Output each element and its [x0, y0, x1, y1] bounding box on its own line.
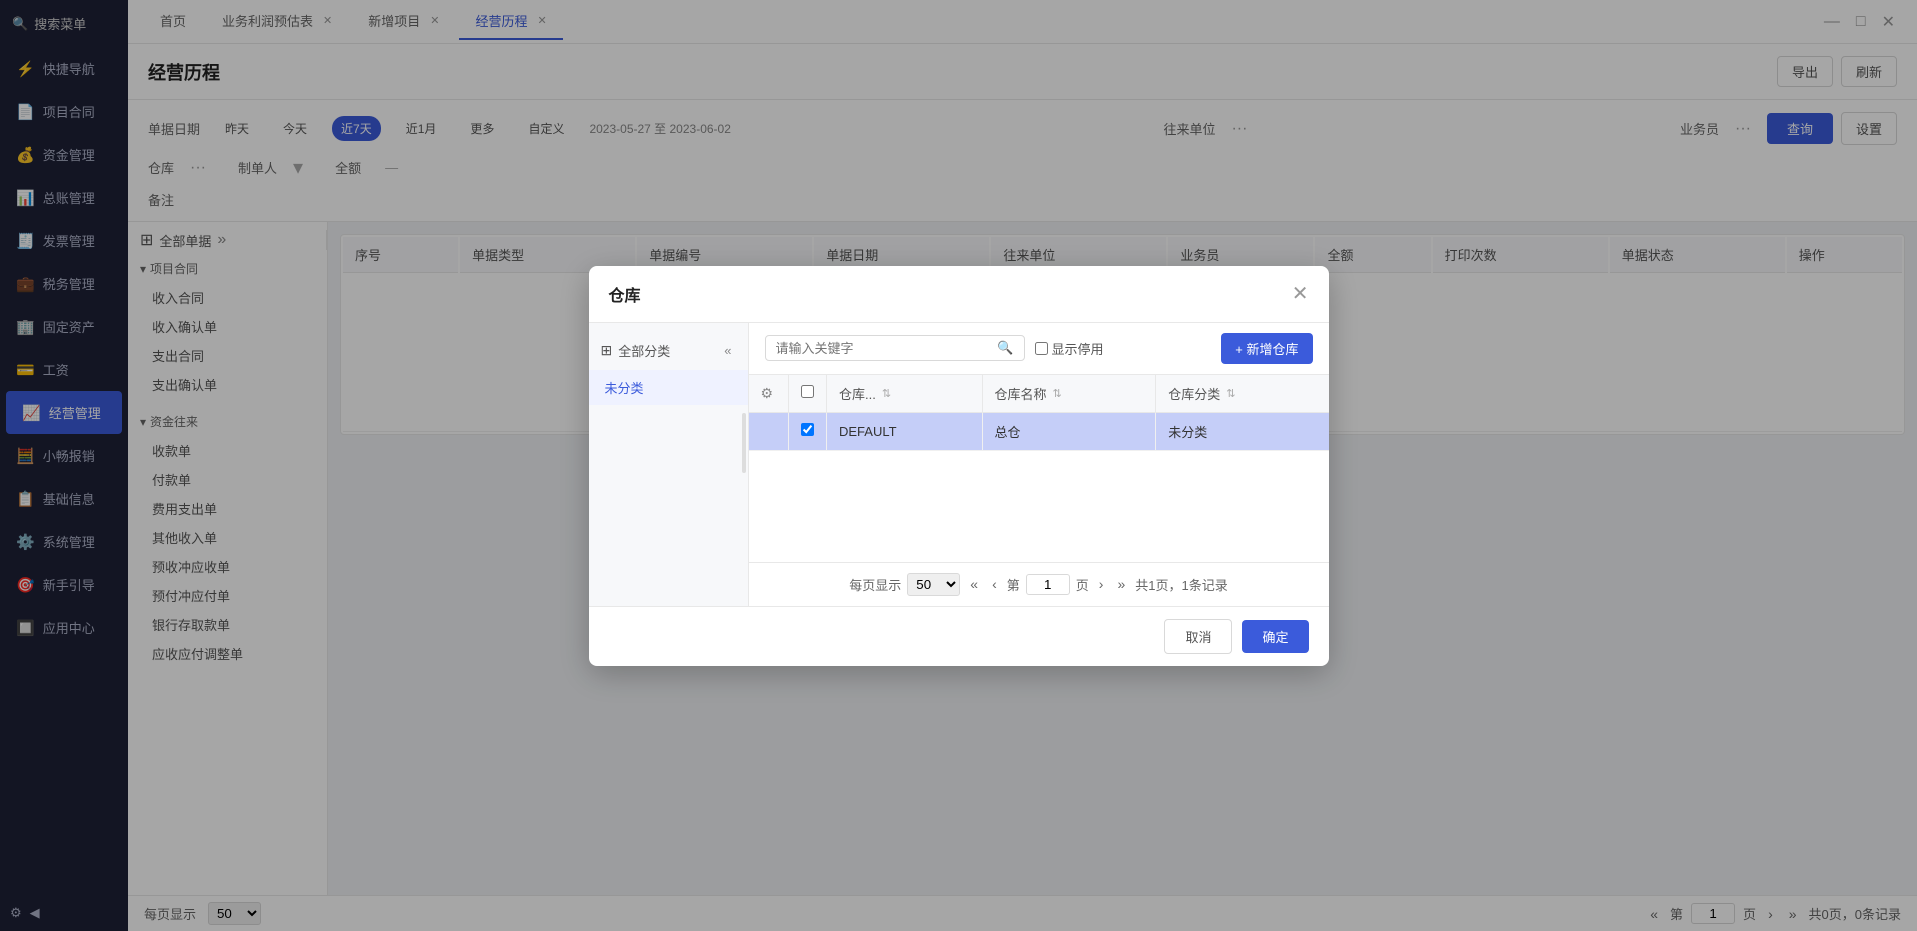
cell-name: 总仓: [982, 412, 1156, 450]
all-categories-label: 全部分类: [618, 341, 670, 360]
col-code-sort[interactable]: ⇅: [882, 387, 891, 400]
select-all-checkbox[interactable]: [801, 385, 814, 398]
col-checkbox: [789, 375, 827, 413]
modal-sidebar-scrollbar: [742, 413, 746, 473]
show-disabled-label: 显示停用: [1052, 339, 1104, 358]
modal-sidebar: ⊞ 全部分类 « 未分类: [589, 323, 749, 606]
gear-icon: ⚙: [761, 385, 774, 402]
table-row[interactable]: DEFAULT 总仓 未分类: [749, 412, 1329, 450]
col-name: 仓库名称 ⇅: [982, 375, 1156, 413]
show-disabled-checkbox[interactable]: [1035, 342, 1048, 355]
modal-overlay: 仓库 ✕ ⊞ 全部分类 « 未分类: [0, 0, 1917, 931]
col-code: 仓库... ⇅: [827, 375, 983, 413]
modal-last-page-btn[interactable]: »: [1113, 576, 1129, 592]
modal-sidebar-collapse-btn[interactable]: «: [720, 339, 735, 362]
modal-search-wrap: 🔍: [765, 335, 1025, 361]
modal-search-input[interactable]: [776, 341, 992, 356]
col-code-label: 仓库...: [839, 384, 876, 403]
modal-title: 仓库: [609, 282, 641, 306]
col-category: 仓库分类 ⇅: [1156, 375, 1329, 413]
modal-sidebar-uncategorized[interactable]: 未分类: [589, 370, 748, 405]
cell-row-settings: [749, 412, 789, 450]
modal-page-suffix: 页: [1076, 575, 1089, 594]
modal-per-page-select[interactable]: 50 100: [907, 573, 960, 596]
modal-header: 仓库 ✕: [589, 266, 1329, 323]
modal-page-label: 第: [1007, 575, 1020, 594]
add-warehouse-btn[interactable]: + 新增仓库: [1221, 333, 1312, 364]
cell-category: 未分类: [1156, 412, 1329, 450]
show-disabled-checkbox-label[interactable]: 显示停用: [1035, 339, 1104, 358]
col-category-label: 仓库分类: [1168, 384, 1220, 403]
modal-close-btn[interactable]: ✕: [1292, 284, 1309, 304]
col-name-sort[interactable]: ⇅: [1053, 387, 1062, 400]
cell-code: DEFAULT: [827, 412, 983, 450]
modal-per-page-label: 每页显示: [849, 575, 901, 594]
cancel-button[interactable]: 取消: [1164, 619, 1232, 654]
modal-pagination: 每页显示 50 100 « ‹ 第 页 › » 共1页，1条记录: [749, 562, 1329, 606]
col-category-sort[interactable]: ⇅: [1226, 387, 1235, 400]
row-checkbox[interactable]: [801, 423, 814, 436]
uncategorized-label: 未分类: [605, 378, 644, 397]
col-name-label: 仓库名称: [995, 384, 1047, 403]
modal-table: ⚙ 仓库... ⇅: [749, 375, 1329, 451]
confirm-button[interactable]: 确定: [1242, 620, 1308, 653]
modal-total-label: 共1页，1条记录: [1135, 575, 1227, 594]
modal-footer: 取消 确定: [589, 606, 1329, 666]
col-settings[interactable]: ⚙: [749, 375, 789, 413]
modal-content: 🔍 显示停用 + 新增仓库 ⚙: [749, 323, 1329, 606]
modal-page-input[interactable]: [1026, 574, 1070, 595]
modal-first-page-btn[interactable]: «: [966, 576, 982, 592]
modal-sidebar-header: ⊞ 全部分类 «: [589, 331, 748, 370]
grid-icon-modal: ⊞: [601, 342, 613, 359]
modal-next-page-btn[interactable]: ›: [1095, 576, 1108, 592]
cell-row-checkbox: [789, 412, 827, 450]
modal-prev-page-btn[interactable]: ‹: [988, 576, 1001, 592]
modal-table-wrap: ⚙ 仓库... ⇅: [749, 375, 1329, 562]
modal-body: ⊞ 全部分类 « 未分类 🔍: [589, 323, 1329, 606]
modal-toolbar: 🔍 显示停用 + 新增仓库: [749, 323, 1329, 375]
warehouse-modal: 仓库 ✕ ⊞ 全部分类 « 未分类: [589, 266, 1329, 666]
modal-search-icon: 🔍: [997, 340, 1013, 356]
